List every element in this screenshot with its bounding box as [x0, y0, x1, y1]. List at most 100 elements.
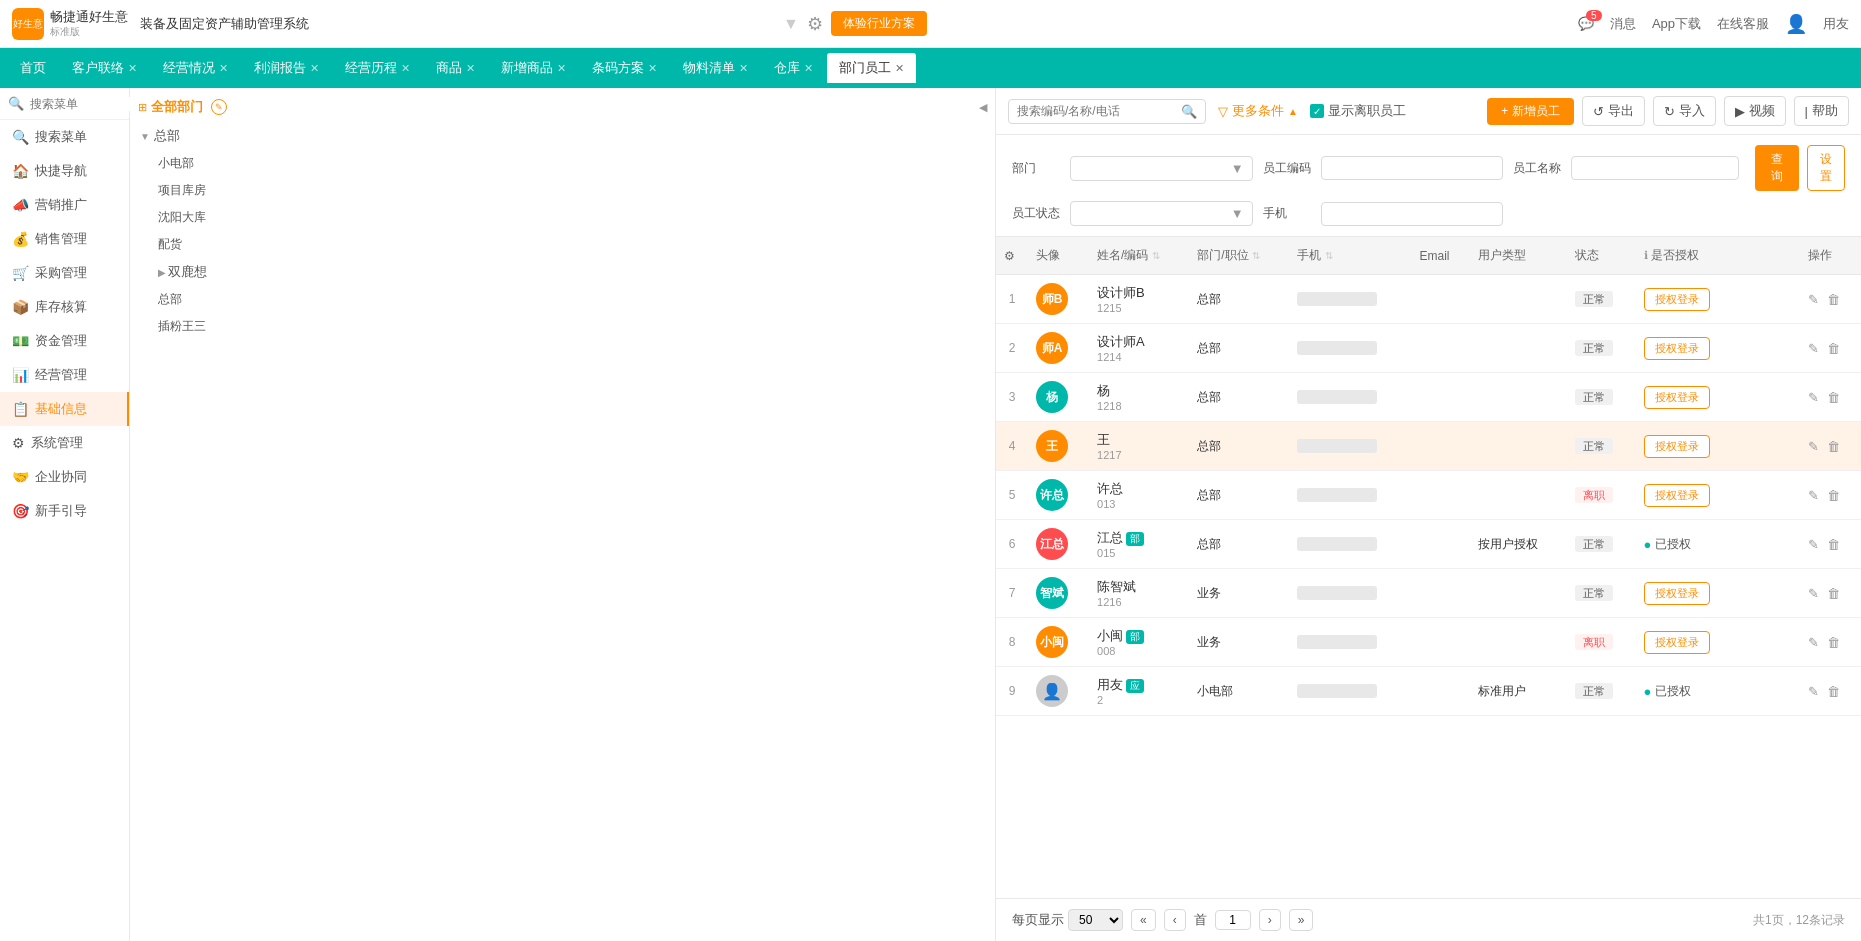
- tab-profit[interactable]: 利润报告 ✕: [242, 53, 331, 83]
- first-page-button[interactable]: «: [1131, 909, 1156, 931]
- sidebar-item-system[interactable]: ⚙系统管理: [0, 426, 129, 460]
- tab-home[interactable]: 首页: [8, 53, 58, 83]
- close-icon[interactable]: ✕: [895, 62, 904, 75]
- search-field[interactable]: [1017, 104, 1177, 118]
- checkbox-resigned[interactable]: ✓: [1310, 104, 1324, 118]
- col-name[interactable]: 姓名/编码 ⇅: [1089, 237, 1189, 275]
- delete-icon[interactable]: 🗑: [1827, 341, 1840, 356]
- search-button[interactable]: 查询: [1755, 145, 1799, 191]
- auth-login-button[interactable]: 授权登录: [1644, 435, 1710, 458]
- phone-input[interactable]: [1321, 202, 1504, 226]
- tab-barcode[interactable]: 条码方案 ✕: [580, 53, 669, 83]
- dept-node-general[interactable]: ▼ 总部: [130, 122, 995, 150]
- tab-goods[interactable]: 商品 ✕: [424, 53, 487, 83]
- sidebar-item-purchase[interactable]: 🛒采购管理: [0, 256, 129, 290]
- dropdown-arrow-icon[interactable]: ▼: [783, 15, 799, 33]
- edit-icon[interactable]: ✎: [1808, 537, 1819, 552]
- more-conditions-btn[interactable]: ▽ 更多条件 ▲: [1218, 102, 1298, 120]
- online-service-link[interactable]: 在线客服: [1717, 15, 1769, 33]
- sidebar-item-quicknav[interactable]: 🏠快捷导航: [0, 154, 129, 188]
- col-settings[interactable]: ⚙: [996, 237, 1028, 275]
- sidebar-item-inventory[interactable]: 📦库存核算: [0, 290, 129, 324]
- delete-icon[interactable]: 🗑: [1827, 439, 1840, 454]
- tab-bom[interactable]: 物料清单 ✕: [671, 53, 760, 83]
- sidebar-item-marketing[interactable]: 📣营销推广: [0, 188, 129, 222]
- message-wrap[interactable]: 💬 5: [1578, 16, 1594, 31]
- auth-login-button[interactable]: 授权登录: [1644, 484, 1710, 507]
- edit-icon[interactable]: ✎: [1808, 488, 1819, 503]
- auth-login-button[interactable]: 授权登录: [1644, 631, 1710, 654]
- col-phone[interactable]: 手机 ⇅: [1289, 237, 1411, 275]
- sidebar-item-finance[interactable]: 💵资金管理: [0, 324, 129, 358]
- close-icon[interactable]: ✕: [310, 62, 319, 75]
- edit-icon[interactable]: ✎: [1808, 684, 1819, 699]
- next-page-button[interactable]: ›: [1259, 909, 1281, 931]
- edit-icon[interactable]: ✎: [1808, 390, 1819, 405]
- sidebar-item-collab[interactable]: 🤝企业协同: [0, 460, 129, 494]
- sidebar-item-basic[interactable]: 📋基础信息: [0, 392, 129, 426]
- view-button[interactable]: ▶ 视频: [1724, 96, 1786, 126]
- prev-page-button[interactable]: ‹: [1164, 909, 1186, 931]
- export-button[interactable]: ↺ 导出: [1582, 96, 1645, 126]
- edit-icon[interactable]: ✎: [1808, 586, 1819, 601]
- collapse-icon[interactable]: ◀: [979, 101, 987, 114]
- app-download-link[interactable]: App下载: [1652, 15, 1701, 33]
- sidebar-item-search[interactable]: 🔍搜索菜单: [0, 120, 129, 154]
- tab-warehouse[interactable]: 仓库 ✕: [762, 53, 825, 83]
- auth-login-button[interactable]: 授权登录: [1644, 288, 1710, 311]
- set-button[interactable]: 设置: [1807, 145, 1845, 191]
- auth-login-button[interactable]: 授权登录: [1644, 337, 1710, 360]
- delete-icon[interactable]: 🗑: [1827, 292, 1840, 307]
- dept-node-shuanglu[interactable]: ▶ 双鹿想: [130, 258, 995, 286]
- dept-select[interactable]: ▼: [1070, 156, 1253, 181]
- sidebar-item-sales[interactable]: 💰销售管理: [0, 222, 129, 256]
- settings-icon[interactable]: ⚙: [807, 13, 823, 35]
- add-employee-button[interactable]: + 新增员工: [1487, 98, 1573, 125]
- delete-icon[interactable]: 🗑: [1827, 537, 1840, 552]
- close-icon[interactable]: ✕: [128, 62, 137, 75]
- trial-button[interactable]: 体验行业方案: [831, 11, 927, 36]
- tab-add-goods[interactable]: 新增商品 ✕: [489, 53, 578, 83]
- dept-node-chafenwang[interactable]: 插粉王三: [130, 313, 995, 340]
- col-dept[interactable]: 部门/职位 ⇅: [1189, 237, 1289, 275]
- close-icon[interactable]: ✕: [648, 62, 657, 75]
- close-icon[interactable]: ✕: [739, 62, 748, 75]
- edit-icon[interactable]: ✎: [1808, 439, 1819, 454]
- help-button[interactable]: | 帮助: [1794, 96, 1849, 126]
- edit-icon[interactable]: ✎: [1808, 635, 1819, 650]
- delete-icon[interactable]: 🗑: [1827, 635, 1840, 650]
- delete-icon[interactable]: 🗑: [1827, 684, 1840, 699]
- tab-customer[interactable]: 客户联络 ✕: [60, 53, 149, 83]
- dept-node-project[interactable]: 项目库房: [130, 177, 995, 204]
- close-icon[interactable]: ✕: [466, 62, 475, 75]
- dept-node-shenyang[interactable]: 沈阳大库: [130, 204, 995, 231]
- close-icon[interactable]: ✕: [557, 62, 566, 75]
- status-select[interactable]: ▼: [1070, 201, 1253, 226]
- last-page-button[interactable]: »: [1289, 909, 1314, 931]
- sidebar-item-guide[interactable]: 🎯新手引导: [0, 494, 129, 528]
- delete-icon[interactable]: 🗑: [1827, 488, 1840, 503]
- auth-login-button[interactable]: 授权登录: [1644, 582, 1710, 605]
- delete-icon[interactable]: 🗑: [1827, 586, 1840, 601]
- auth-login-button[interactable]: 授权登录: [1644, 386, 1710, 409]
- dept-all-header[interactable]: ⊞ 全部部门 ✎ ◀: [130, 92, 995, 122]
- tab-department[interactable]: 部门员工 ✕: [827, 53, 916, 83]
- empcode-input[interactable]: [1321, 156, 1504, 180]
- edit-icon[interactable]: ✎: [1808, 292, 1819, 307]
- search-submit-icon[interactable]: 🔍: [1181, 104, 1197, 119]
- import-button[interactable]: ↻ 导入: [1653, 96, 1716, 126]
- close-icon[interactable]: ✕: [219, 62, 228, 75]
- dept-node-xiaodibu[interactable]: 小电部: [130, 150, 995, 177]
- sidebar-item-management[interactable]: 📊经营管理: [0, 358, 129, 392]
- dept-node-zongbu[interactable]: 总部: [130, 286, 995, 313]
- empname-input[interactable]: [1571, 156, 1739, 180]
- show-resigned-wrap[interactable]: ✓ 显示离职员工: [1310, 102, 1406, 120]
- dept-edit-icon[interactable]: ✎: [211, 99, 227, 115]
- dept-node-distribution[interactable]: 配货: [130, 231, 995, 258]
- close-icon[interactable]: ✕: [401, 62, 410, 75]
- tab-history[interactable]: 经营历程 ✕: [333, 53, 422, 83]
- close-icon[interactable]: ✕: [804, 62, 813, 75]
- delete-icon[interactable]: 🗑: [1827, 390, 1840, 405]
- tab-operation[interactable]: 经营情况 ✕: [151, 53, 240, 83]
- per-page-select[interactable]: 50 20 100: [1068, 909, 1123, 931]
